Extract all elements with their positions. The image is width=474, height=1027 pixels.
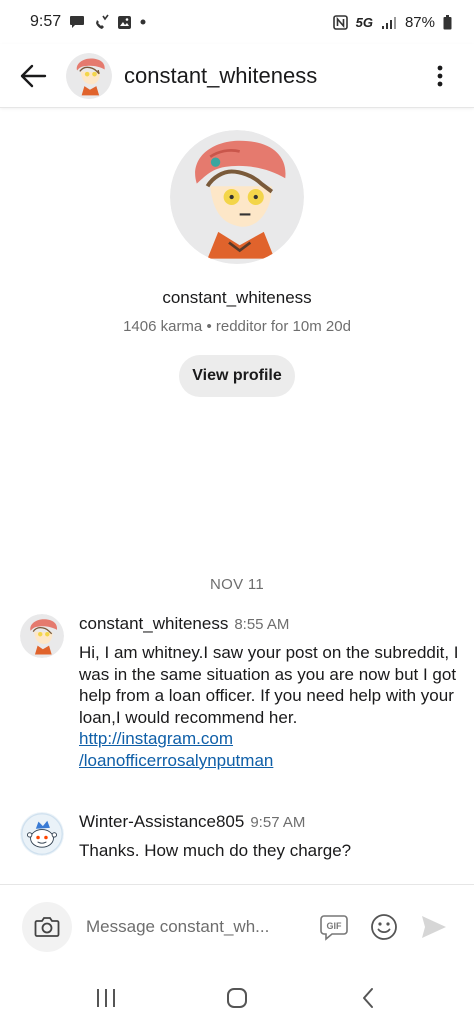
status-right: 5G 87% [332, 13, 452, 31]
message-header: constant_whiteness 8:55 AM [79, 614, 460, 634]
message-body: Winter-Assistance805 9:57 AM Thanks. How… [79, 812, 460, 862]
message-time: 9:57 AM [250, 814, 306, 831]
message-author[interactable]: constant_whiteness [79, 614, 228, 634]
message-time: 8:55 AM [234, 616, 290, 633]
recents-button[interactable] [76, 973, 136, 1023]
message-header: Winter-Assistance805 9:57 AM [79, 812, 460, 832]
status-time: 9:57 [30, 13, 62, 30]
dot-icon [140, 19, 146, 25]
profile-username: constant_whiteness [162, 288, 312, 307]
chat-bubble-icon [69, 15, 85, 29]
gif-icon: GIF [320, 914, 348, 941]
gif-label: GIF [327, 921, 343, 931]
message-body: constant_whiteness 8:55 AM Hi, I am whit… [79, 614, 460, 771]
profile-avatar [170, 130, 304, 264]
gif-button[interactable]: GIF [312, 905, 356, 949]
back-arrow-icon [20, 64, 47, 87]
message-item: constant_whiteness 8:55 AM Hi, I am whit… [20, 614, 460, 771]
message-link-line2[interactable]: /loanofficerrosalynputman [79, 750, 460, 772]
home-icon [226, 987, 247, 1008]
missed-call-icon [93, 14, 109, 30]
date-separator: NOV 11 [209, 576, 265, 593]
status-left: 9:57 [30, 13, 146, 31]
profile-card: constant_whiteness 1406 karma • redditor… [0, 130, 474, 397]
camera-icon [34, 916, 60, 937]
profile-meta: 1406 karma • redditor for 10m 20d [123, 318, 351, 335]
chat-header: constant_whiteness [0, 44, 474, 108]
image-icon [117, 15, 132, 30]
battery-label: 87% [404, 13, 435, 31]
more-options-button[interactable] [420, 51, 460, 101]
back-nav-button[interactable] [338, 973, 398, 1023]
message-text: Thanks. How much do they charge? [79, 841, 352, 860]
status-bar: 9:57 5G 87% [0, 0, 474, 44]
more-vert-icon [437, 65, 443, 86]
message-author[interactable]: Winter-Assistance805 [79, 812, 244, 832]
camera-button[interactable] [22, 901, 72, 952]
emoji-icon [371, 913, 397, 940]
signal-icon [381, 16, 397, 29]
nfc-icon [332, 14, 348, 30]
message-avatar[interactable] [20, 614, 64, 658]
network-label: 5G [355, 14, 373, 30]
message-input[interactable] [86, 916, 306, 937]
view-profile-button[interactable]: View profile [179, 355, 295, 397]
back-icon [363, 987, 374, 1008]
home-button[interactable] [207, 973, 267, 1023]
message-text: Hi, I am whitney.I saw your post on the … [79, 643, 459, 727]
message-link-line1[interactable]: http://instagram.com [79, 728, 460, 750]
recents-icon [96, 988, 115, 1007]
emoji-button[interactable] [362, 905, 406, 949]
send-icon [422, 915, 446, 938]
send-button[interactable] [412, 905, 456, 949]
message-avatar[interactable] [20, 812, 64, 856]
battery-icon [443, 14, 452, 30]
header-avatar[interactable] [66, 52, 112, 99]
message-item: Winter-Assistance805 9:57 AM Thanks. How… [20, 812, 460, 862]
message-composer: GIF [0, 884, 474, 968]
system-nav-bar [0, 968, 474, 1027]
back-button[interactable] [8, 51, 58, 101]
chat-title: constant_whiteness [124, 62, 318, 88]
